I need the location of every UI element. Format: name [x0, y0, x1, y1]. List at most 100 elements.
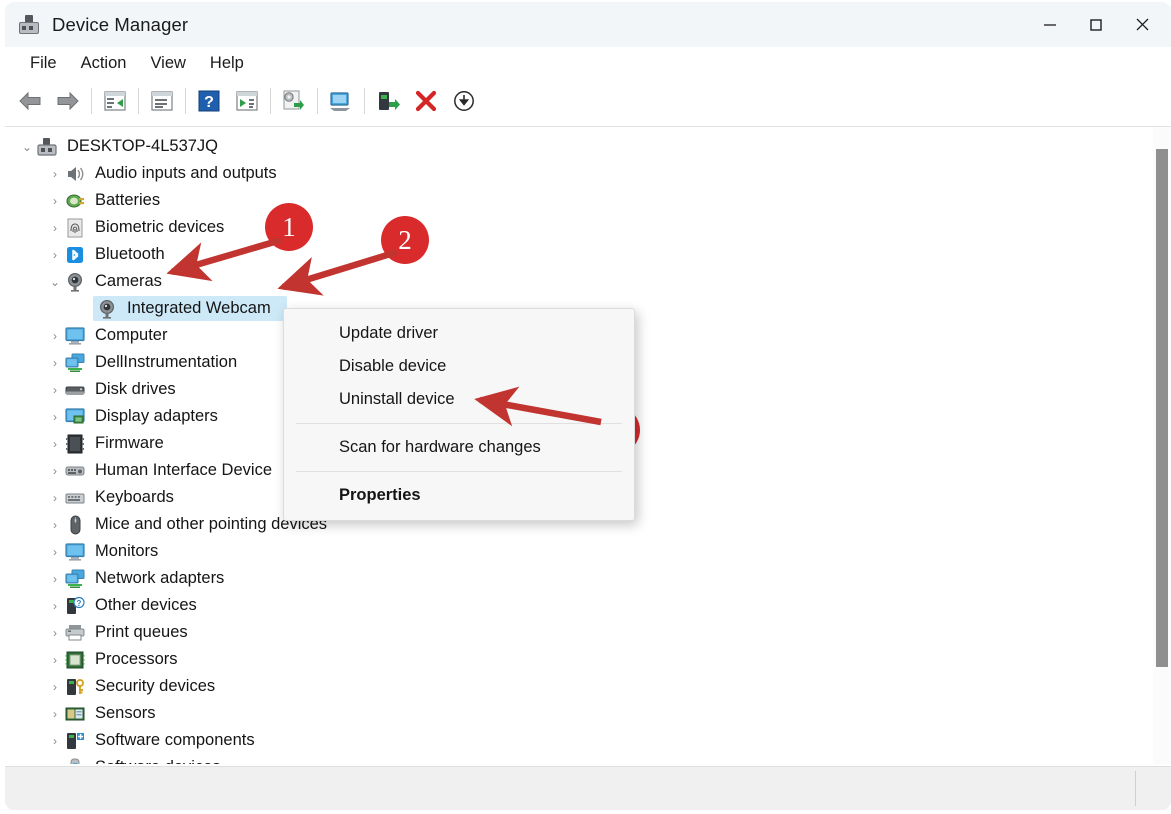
- monitor-icon: [65, 326, 87, 346]
- chevron-right-icon[interactable]: ›: [45, 545, 65, 559]
- tree-item-label: Keyboards: [95, 488, 174, 507]
- chevron-right-icon[interactable]: ›: [45, 518, 65, 532]
- tree-item-biometric-devices[interactable]: › Biometric devices: [5, 214, 1153, 241]
- toolbar-separator: [364, 88, 365, 114]
- chevron-right-icon[interactable]: ›: [45, 707, 65, 721]
- tree-item-cameras[interactable]: ⌄ Cameras: [5, 268, 1153, 295]
- menu-help[interactable]: Help: [198, 51, 256, 76]
- tree-item-label: Software components: [95, 731, 255, 750]
- update-driver-icon[interactable]: [275, 84, 313, 118]
- tree-item-other-devices[interactable]: › ? Other devices: [5, 592, 1153, 619]
- menu-view[interactable]: View: [138, 51, 197, 76]
- printer-icon: [65, 623, 87, 643]
- scan-hardware-changes-icon[interactable]: [322, 84, 360, 118]
- menu-file[interactable]: File: [18, 51, 69, 76]
- tree-item-print-queues[interactable]: › Print queues: [5, 619, 1153, 646]
- tree-item-label: Sensors: [95, 704, 156, 723]
- chevron-right-icon[interactable]: ›: [45, 383, 65, 397]
- tree-item-processors[interactable]: › Processors: [5, 646, 1153, 673]
- show-hidden-devices-icon[interactable]: [143, 84, 181, 118]
- chevron-right-icon[interactable]: ›: [45, 680, 65, 694]
- tree-item-security-devices[interactable]: › Security devices: [5, 673, 1153, 700]
- chevron-right-icon[interactable]: ›: [45, 464, 65, 478]
- tree-item-audio-inputs-and-outputs[interactable]: › Audio inputs and outputs: [5, 160, 1153, 187]
- forward-icon[interactable]: [49, 84, 87, 118]
- tree-item-label: Cameras: [95, 272, 162, 291]
- chevron-right-icon[interactable]: ›: [45, 221, 65, 235]
- tree-item-label: Monitors: [95, 542, 159, 561]
- tree-item-bluetooth[interactable]: › Bluetooth: [5, 241, 1153, 268]
- close-button[interactable]: [1119, 2, 1165, 47]
- fingerprint-icon: [65, 218, 87, 238]
- device-context-menu: Update driver Disable device Uninstall d…: [283, 308, 635, 521]
- back-icon[interactable]: [11, 84, 49, 118]
- chevron-down-icon[interactable]: ⌄: [45, 275, 65, 289]
- chevron-right-icon[interactable]: ›: [45, 653, 65, 667]
- firmware-chip-icon: [65, 434, 87, 454]
- chevron-right-icon[interactable]: ›: [45, 167, 65, 181]
- menu-item-disable-device[interactable]: Disable device: [284, 350, 634, 383]
- status-divider: [1135, 771, 1136, 806]
- chevron-right-icon[interactable]: ›: [45, 734, 65, 748]
- add-device-icon[interactable]: [369, 84, 407, 118]
- tree-item-label: Computer: [95, 326, 168, 345]
- annotation-badge-1: 1: [265, 203, 313, 251]
- toolbar-separator: [317, 88, 318, 114]
- scrollbar-thumb[interactable]: [1156, 149, 1168, 667]
- chevron-right-icon[interactable]: ›: [45, 248, 65, 262]
- device-manager-window: Device Manager File Action View Help ? ⌄…: [0, 0, 1171, 814]
- camera-icon: [65, 272, 87, 292]
- tree-item-monitors[interactable]: › Monitors: [5, 538, 1153, 565]
- chevron-right-icon[interactable]: ›: [45, 626, 65, 640]
- chevron-right-icon[interactable]: ›: [45, 356, 65, 370]
- device-manager-icon: [18, 14, 40, 36]
- menu-item-properties[interactable]: Properties: [284, 479, 634, 512]
- maximize-button[interactable]: [1073, 2, 1119, 47]
- chevron-right-icon[interactable]: ›: [45, 329, 65, 343]
- help-icon[interactable]: ?: [190, 84, 228, 118]
- tree-item-sensors[interactable]: › Sensors: [5, 700, 1153, 727]
- uninstall-device-icon[interactable]: [407, 84, 445, 118]
- tree-item-batteries[interactable]: › Batteries: [5, 187, 1153, 214]
- chevron-down-icon[interactable]: ⌄: [17, 140, 37, 154]
- menu-item-update-driver[interactable]: Update driver: [284, 317, 634, 350]
- chevron-right-icon[interactable]: ›: [45, 410, 65, 424]
- menu-item-scan-for-hardware-changes[interactable]: Scan for hardware changes: [284, 431, 634, 464]
- tree-item-software-components[interactable]: › Software components: [5, 727, 1153, 754]
- chevron-right-icon[interactable]: ›: [45, 194, 65, 208]
- chevron-right-icon[interactable]: ›: [45, 491, 65, 505]
- chevron-right-icon[interactable]: ›: [45, 761, 65, 765]
- keyboard-icon: [65, 488, 87, 508]
- software-component-icon: [65, 731, 87, 751]
- window-controls: [1027, 2, 1165, 47]
- chevron-right-icon[interactable]: ›: [45, 599, 65, 613]
- window-title: Device Manager: [52, 13, 189, 35]
- tree-item-network-adapters[interactable]: › Network adapters: [5, 565, 1153, 592]
- menu-item-uninstall-device[interactable]: Uninstall device: [284, 383, 634, 416]
- processor-icon: [65, 650, 87, 670]
- properties-icon[interactable]: [96, 84, 134, 118]
- scan-icon[interactable]: [228, 84, 266, 118]
- menu-separator: [296, 471, 622, 472]
- tree-item-software-devices[interactable]: › Software devices: [5, 754, 1153, 764]
- chevron-right-icon[interactable]: ›: [45, 437, 65, 451]
- minimize-button[interactable]: [1027, 2, 1073, 47]
- tree-item-label: Firmware: [95, 434, 164, 453]
- mouse-icon: [65, 515, 87, 535]
- toolbar-separator: [138, 88, 139, 114]
- menu-action[interactable]: Action: [69, 51, 139, 76]
- disable-device-icon[interactable]: [445, 84, 483, 118]
- hid-icon: [65, 461, 87, 481]
- tree-item-label: DESKTOP-4L537JQ: [67, 137, 219, 156]
- tree-item-label: Other devices: [95, 596, 197, 615]
- network-monitor-icon: [65, 353, 87, 373]
- chevron-right-icon[interactable]: ›: [45, 572, 65, 586]
- tree-item-root[interactable]: ⌄ DESKTOP-4L537JQ: [5, 133, 1153, 160]
- speaker-icon: [65, 164, 87, 184]
- tree-item-label: Bluetooth: [95, 245, 165, 264]
- status-bar: [5, 766, 1171, 810]
- vertical-scrollbar[interactable]: [1153, 127, 1171, 764]
- svg-text:?: ?: [204, 94, 214, 111]
- network-monitor-icon: [65, 569, 87, 589]
- battery-icon: [65, 191, 87, 211]
